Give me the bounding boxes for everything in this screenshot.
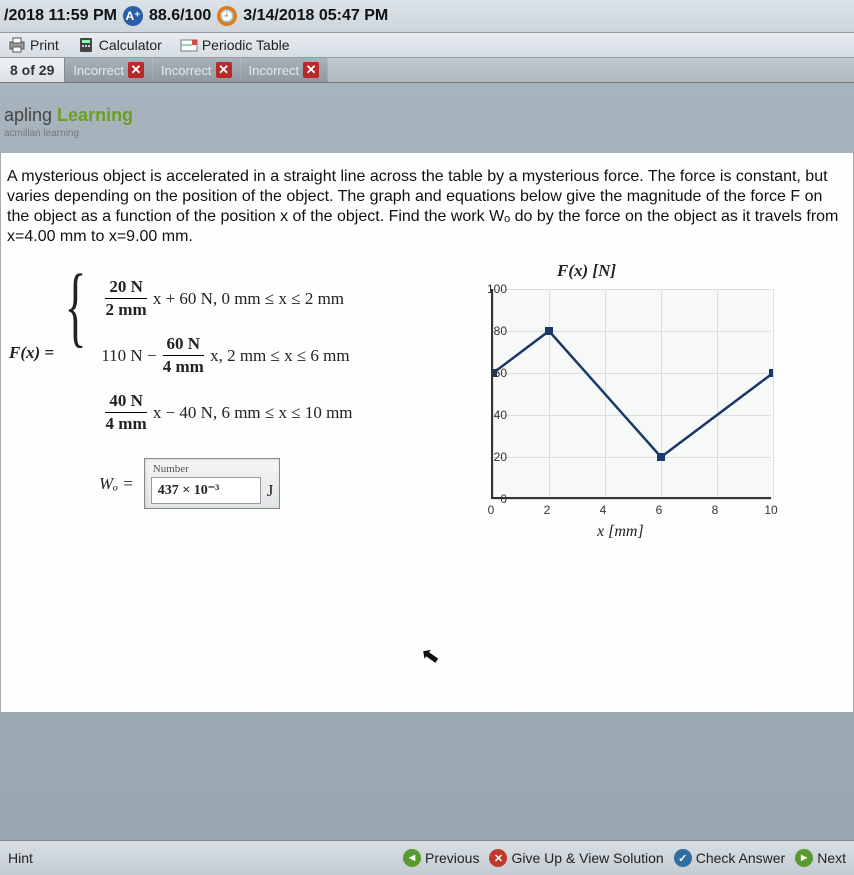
question-counter: 8 of 29	[0, 58, 65, 82]
answer-frame: Number 437 × 10⁻³ J	[144, 458, 281, 509]
incorrect-icon: ✕	[216, 62, 232, 78]
incorrect-icon: ✕	[303, 62, 319, 78]
footer-bar: Hint ◄ Previous ✕ Give Up & View Solutio…	[0, 840, 854, 875]
x-axis-title: x [mm]	[597, 523, 644, 541]
y-tick-label: 0	[500, 492, 507, 506]
x-tick-label: 2	[544, 503, 551, 517]
hint-label: Hint	[8, 850, 33, 866]
printer-icon	[8, 37, 26, 53]
c3-num: 40 N	[105, 391, 147, 413]
mouse-cursor-icon: ⬉	[419, 642, 442, 671]
problem-content: A mysterious object is accelerated in a …	[0, 153, 854, 713]
case-1: 20 N2 mm x + 60 N, 0 mm ≤ x ≤ 2 mm	[101, 277, 352, 320]
x-tick-label: 8	[712, 503, 719, 517]
y-tick-label: 20	[494, 450, 507, 464]
brand-subtitle: acmillan learning	[0, 128, 854, 153]
header-info-bar: /2018 11:59 PM A⁺ 88.6/100 🕘 3/14/2018 0…	[0, 0, 854, 33]
periodic-table-icon	[180, 37, 198, 53]
check-icon: ✓	[674, 849, 692, 867]
c2-pre: 110 N −	[101, 346, 156, 366]
periodic-table-button[interactable]: Periodic Table	[180, 37, 290, 53]
giveup-button[interactable]: ✕ Give Up & View Solution	[489, 849, 663, 867]
calculator-button[interactable]: Calculator	[77, 37, 162, 53]
c2-range: x, 2 mm ≤ x ≤ 6 mm	[210, 346, 350, 366]
previous-button[interactable]: ◄ Previous	[403, 849, 479, 867]
attempt-1-label: Incorrect	[73, 63, 124, 78]
score-value: 88.6/100	[149, 7, 211, 25]
due-date: /2018 11:59 PM	[4, 7, 117, 25]
previous-icon: ◄	[403, 849, 421, 867]
y-tick-label: 100	[487, 282, 507, 296]
brand-part1: apling	[4, 105, 57, 125]
equation-lhs: F(x) =	[9, 343, 54, 362]
case-2: 110 N − 60 N4 mm x, 2 mm ≤ x ≤ 6 mm	[101, 334, 352, 377]
x-tick-label: 0	[488, 503, 495, 517]
x-tick-label: 10	[764, 503, 777, 517]
giveup-icon: ✕	[489, 849, 507, 867]
x-tick-label: 6	[656, 503, 663, 517]
giveup-label: Give Up & View Solution	[511, 850, 663, 866]
attempt-tab-row: 8 of 29 Incorrect ✕ Incorrect ✕ Incorrec…	[0, 58, 854, 83]
next-label: Next	[817, 850, 846, 866]
attempt-tab-1[interactable]: Incorrect ✕	[65, 58, 153, 82]
c3-range: x − 40 N, 6 mm ≤ x ≤ 10 mm	[153, 403, 353, 423]
calculator-icon	[77, 37, 95, 53]
next-button[interactable]: ► Next	[795, 849, 846, 867]
incorrect-icon: ✕	[128, 62, 144, 78]
check-label: Check Answer	[696, 850, 785, 866]
attempt-tab-2[interactable]: Incorrect ✕	[153, 58, 241, 82]
c1-num: 20 N	[105, 277, 147, 299]
y-tick-label: 40	[494, 408, 507, 422]
brace-icon: {	[65, 271, 87, 434]
hint-button[interactable]: Hint	[8, 850, 33, 866]
clock-icon: 🕘	[217, 6, 237, 26]
chart-title: F(x) [N]	[447, 261, 797, 281]
force-position-chart: F(x) [N] x [mm] 0246810020406080100	[447, 261, 797, 541]
periodic-label: Periodic Table	[202, 37, 290, 53]
print-button[interactable]: Print	[8, 37, 59, 53]
c1-den: 2 mm	[106, 299, 147, 320]
brand-title: apling Learning	[0, 83, 854, 128]
case-3: 40 N4 mm x − 40 N, 6 mm ≤ x ≤ 10 mm	[101, 391, 352, 434]
equation-definition: F(x) = { 20 N2 mm x + 60 N, 0 mm ≤ x ≤ 2…	[7, 261, 437, 515]
c1-range: x + 60 N, 0 mm ≤ x ≤ 2 mm	[153, 289, 344, 309]
c2-num: 60 N	[163, 334, 205, 356]
previous-label: Previous	[425, 850, 479, 866]
score-icon: A⁺	[123, 6, 143, 26]
answer-unit: J	[267, 481, 274, 501]
print-label: Print	[30, 37, 59, 53]
calculator-label: Calculator	[99, 37, 162, 53]
problem-statement: A mysterious object is accelerated in a …	[7, 167, 847, 247]
submitted-time: 3/14/2018 05:47 PM	[243, 7, 388, 25]
plot-area	[491, 289, 771, 499]
toolbar: Print Calculator Periodic Table	[0, 33, 854, 58]
attempt-2-label: Incorrect	[161, 63, 212, 78]
answer-variable-label: Wₒ =	[99, 474, 134, 494]
answer-box-caption: Number	[151, 463, 274, 477]
y-tick-label: 60	[494, 366, 507, 380]
check-answer-button[interactable]: ✓ Check Answer	[674, 849, 785, 867]
x-tick-label: 4	[600, 503, 607, 517]
c2-den: 4 mm	[163, 356, 204, 377]
brand-part2: Learning	[57, 105, 133, 125]
answer-input[interactable]: 437 × 10⁻³	[151, 477, 261, 504]
next-icon: ►	[795, 849, 813, 867]
c3-den: 4 mm	[106, 413, 147, 434]
attempt-3-label: Incorrect	[249, 63, 300, 78]
attempt-tab-3[interactable]: Incorrect ✕	[241, 58, 329, 82]
answer-row: Wₒ = Number 437 × 10⁻³ J	[99, 458, 435, 509]
y-tick-label: 80	[494, 324, 507, 338]
